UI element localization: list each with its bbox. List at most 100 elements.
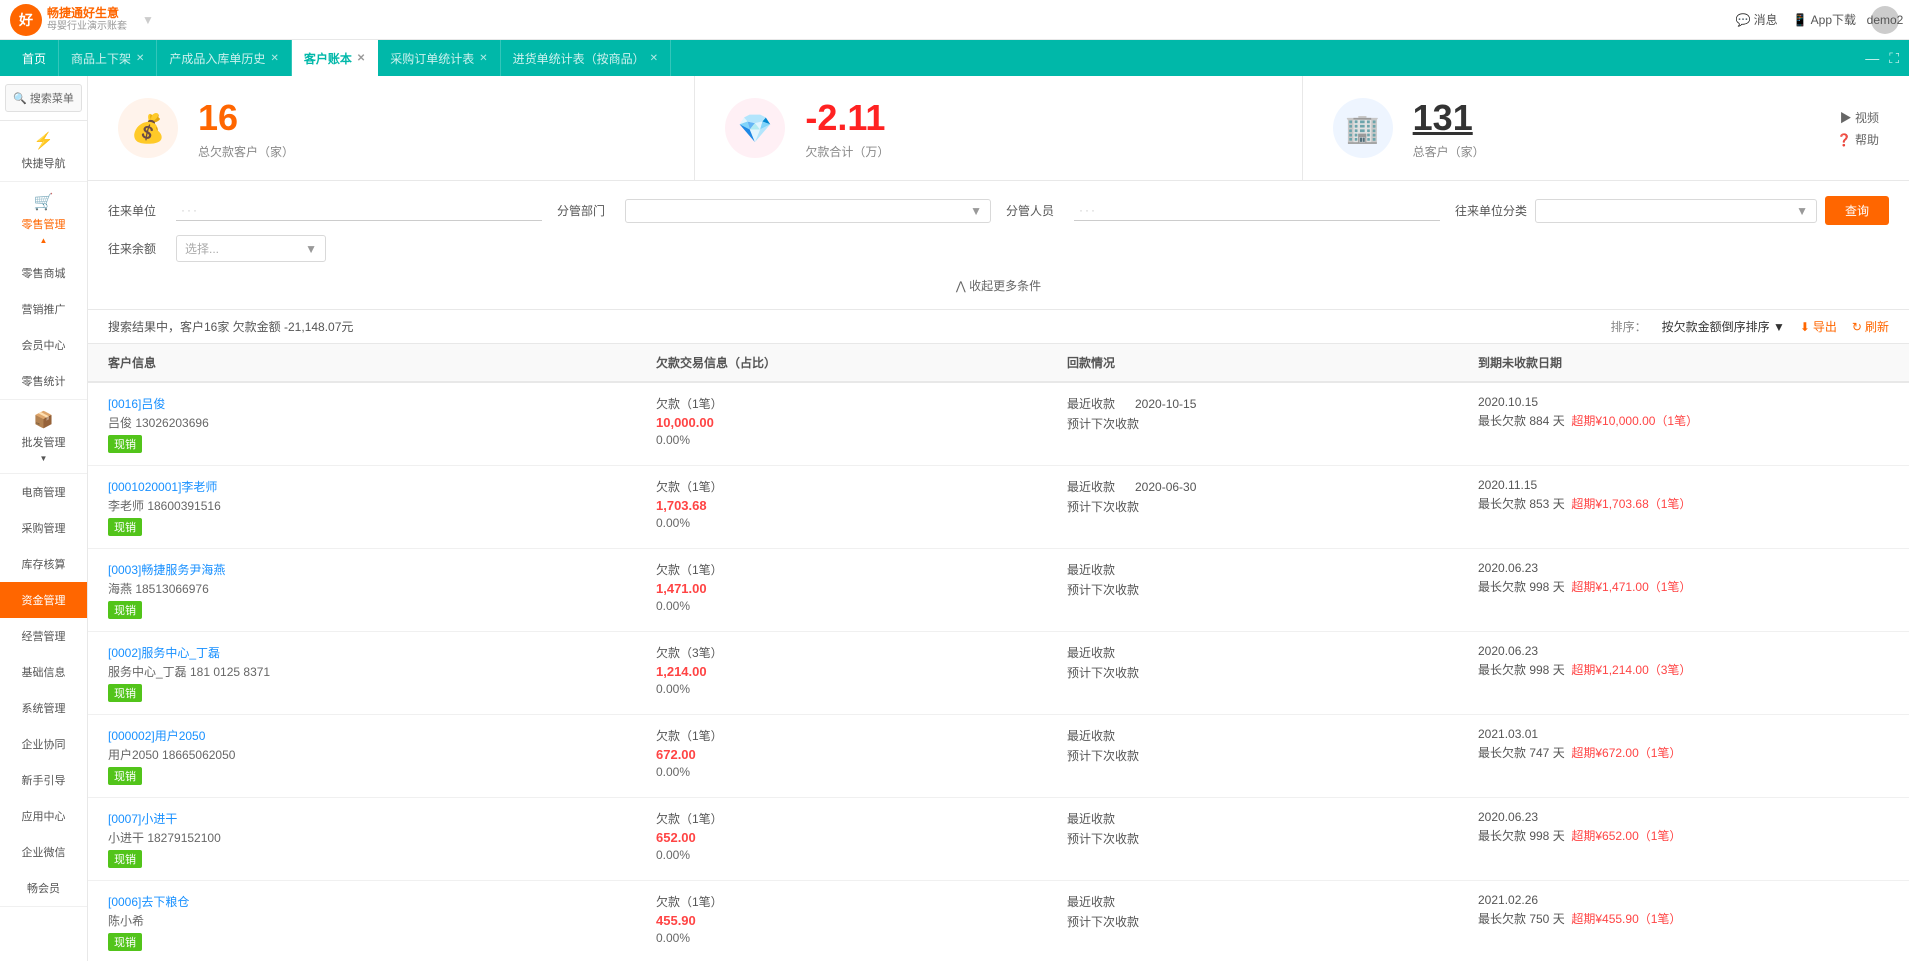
guide-label: 新手引导 [22, 772, 66, 788]
tab-purchase[interactable]: 采购订单统计表 ✕ [378, 40, 500, 76]
stat-label-2: 欠款合计（万） [805, 143, 889, 160]
expire-days-6: 最长欠款 998 天 超期¥652.00（1笔） [1478, 827, 1889, 844]
filter-unit-type-select[interactable]: ▼ [1535, 199, 1817, 223]
sidebar-item-operations[interactable]: 经营管理 [0, 618, 87, 654]
sidebar-item-quick-nav[interactable]: ⚡ 快捷导航 [0, 121, 87, 181]
expire-overdue-6[interactable]: 超期¥652.00（1笔） [1571, 829, 1681, 843]
sidebar-item-member2[interactable]: 畅会员 [0, 870, 87, 906]
return-cell-3: 最近收款 预计下次收款 [1067, 561, 1478, 598]
sidebar-item-wechat[interactable]: 企业微信 [0, 834, 87, 870]
collapse-btn[interactable]: ⋀ 收起更多条件 [108, 272, 1889, 299]
export-btn[interactable]: ⬇ 导出 [1800, 318, 1837, 335]
sidebar-item-finance[interactable]: 资金管理 [0, 582, 87, 618]
return-latest-4: 最近收款 [1067, 644, 1478, 661]
header-debt: 欠款交易信息（占比） [656, 354, 1067, 371]
expire-days-7: 最长欠款 750 天 超期¥455.90（1笔） [1478, 910, 1889, 927]
tab-stock[interactable]: 进货单统计表（按商品） ✕ [501, 40, 671, 76]
table-row: [000002]用户2050 用户2050 18665062050 现销 欠款（… [88, 715, 1909, 798]
debt-amount-4: 1,214.00 [656, 664, 1067, 679]
expire-overdue-3[interactable]: 超期¥1,471.00（1笔） [1571, 580, 1691, 594]
customer-name-7[interactable]: [0006]去下粮仓 [108, 893, 656, 910]
sidebar-item-apps[interactable]: 应用中心 [0, 798, 87, 834]
app-download-btn[interactable]: 📱 App下载 [1793, 11, 1856, 28]
customer-badge-1: 现销 [108, 435, 142, 453]
filter-dept-label: 分管部门 [557, 202, 617, 219]
message-btn[interactable]: 💬 消息 [1736, 11, 1778, 28]
search-button[interactable]: 查询 [1825, 196, 1889, 225]
sidebar-item-inventory[interactable]: 库存核算 [0, 546, 87, 582]
tab-stock-close[interactable]: ✕ [650, 53, 658, 64]
filter-person-input[interactable]: ··· [1074, 200, 1440, 221]
return-next-7: 预计下次收款 [1067, 913, 1478, 930]
sidebar-item-wholesale[interactable]: 📦 批发管理 ▼ [0, 400, 87, 473]
sidebar-section-retail: 🛒 零售管理 ▲ 零售商城 营销推广 会员中心 零售统计 [0, 182, 87, 400]
sidebar-item-system[interactable]: 系统管理 [0, 690, 87, 726]
return-next-2: 预计下次收款 [1067, 498, 1478, 515]
customer-name-2[interactable]: [0001020001]李老师 [108, 478, 656, 495]
sidebar-item-guide[interactable]: 新手引导 [0, 762, 87, 798]
customer-name-6[interactable]: [0007]小进干 [108, 810, 656, 827]
customer-cell-4: [0002]服务中心_丁磊 服务中心_丁磊 181 0125 8371 现销 [108, 644, 656, 702]
tab-goods[interactable]: 商品上下架 ✕ [59, 40, 157, 76]
tab-home[interactable]: 首页 [10, 40, 59, 76]
sidebar-item-basic-info[interactable]: 基础信息 [0, 654, 87, 690]
header-expire: 到期未收款日期 [1478, 354, 1889, 371]
tab-produce-close[interactable]: ✕ [270, 53, 278, 64]
sort-select[interactable]: 按欠款金额倒序排序 ▼ [1662, 318, 1785, 335]
tab-goods-close[interactable]: ✕ [136, 53, 144, 64]
mall-label: 零售商城 [22, 265, 66, 281]
help-btn[interactable]: ❓ 帮助 [1837, 131, 1879, 148]
customer-name-4[interactable]: [0002]服务中心_丁磊 [108, 644, 656, 661]
sidebar-item-enterprise[interactable]: 企业协同 [0, 726, 87, 762]
customer-name-1[interactable]: [0016]吕俊 [108, 395, 656, 412]
nav-minimize-btn[interactable]: — [1865, 50, 1879, 66]
return-next-3: 预计下次收款 [1067, 581, 1478, 598]
tab-purchase-close[interactable]: ✕ [479, 53, 487, 64]
expire-overdue-7[interactable]: 超期¥455.90（1笔） [1571, 912, 1681, 926]
tab-account[interactable]: 客户账本 ✕ [292, 40, 378, 76]
return-latest-3: 最近收款 [1067, 561, 1478, 578]
customer-phone-3: 海燕 18513066976 [108, 580, 656, 597]
return-next-5: 预计下次收款 [1067, 747, 1478, 764]
customer-name-3[interactable]: [0003]畅捷服务尹海燕 [108, 561, 656, 578]
sidebar-item-ecommerce[interactable]: 电商管理 [0, 474, 87, 510]
expire-overdue-4[interactable]: 超期¥1,214.00（3笔） [1571, 663, 1691, 677]
expire-date-2: 2020.11.15 [1478, 478, 1889, 492]
content-area: 💰 16 总欠款客户（家） 💎 -2.11 欠款合计（万） 🏢 131 总客户（… [88, 76, 1909, 961]
filter-from-unit-input[interactable]: ··· [176, 200, 542, 221]
sidebar-item-member[interactable]: 会员中心 [0, 327, 87, 363]
customer-name-5[interactable]: [000002]用户2050 [108, 727, 656, 744]
expire-overdue-2[interactable]: 超期¥1,703.68（1笔） [1571, 497, 1691, 511]
wechat-label: 企业微信 [22, 844, 66, 860]
sidebar-item-retail-stats[interactable]: 零售统计 [0, 363, 87, 399]
customer-cell-1: [0016]吕俊 吕俊 13026203696 现销 [108, 395, 656, 453]
expire-overdue-5[interactable]: 超期¥672.00（1笔） [1571, 746, 1681, 760]
sidebar-search-btn[interactable]: 🔍 搜索菜单 [5, 84, 82, 112]
expire-overdue-1[interactable]: 超期¥10,000.00（1笔） [1571, 414, 1698, 428]
sidebar-item-retail-mgmt[interactable]: 🛒 零售管理 ▲ [0, 182, 87, 255]
avatar[interactable]: demo2 [1871, 6, 1899, 34]
expire-date-1: 2020.10.15 [1478, 395, 1889, 409]
tab-account-close[interactable]: ✕ [357, 53, 365, 64]
nav-expand-btn[interactable]: ⛶ [1889, 50, 1899, 67]
sort-label: 排序： [1611, 318, 1647, 335]
nav-tabs: 首页 商品上下架 ✕ 产成品入库单历史 ✕ 客户账本 ✕ 采购订单统计表 ✕ 进… [0, 40, 1909, 76]
sidebar-search: 🔍 搜索菜单 [0, 76, 87, 121]
expire-days-5: 最长欠款 747 天 超期¥672.00（1笔） [1478, 744, 1889, 761]
filter-dept-select[interactable]: ▼ [625, 199, 991, 223]
tab-account-label: 客户账本 [304, 50, 352, 67]
debt-cell-4: 欠款（3笔） 1,214.00 0.00% [656, 644, 1067, 696]
phone-icon: 📱 [1793, 13, 1808, 27]
customer-badge-6: 现销 [108, 850, 142, 868]
filter-balance-select[interactable]: 选择... ▼ [176, 235, 326, 262]
sidebar-item-purchase[interactable]: 采购管理 [0, 510, 87, 546]
debt-amount-7: 455.90 [656, 913, 1067, 928]
video-btn[interactable]: ▶ 视频 [1840, 109, 1879, 126]
message-label: 消息 [1754, 11, 1778, 28]
tab-produce[interactable]: 产成品入库单历史 ✕ [157, 40, 291, 76]
refresh-btn[interactable]: ↻ 刷新 [1852, 318, 1889, 335]
marketing-label: 营销推广 [22, 301, 66, 317]
sidebar-item-retail-mall[interactable]: 零售商城 [0, 255, 87, 291]
customer-phone-5: 用户2050 18665062050 [108, 746, 656, 763]
sidebar-item-marketing[interactable]: 营销推广 [0, 291, 87, 327]
